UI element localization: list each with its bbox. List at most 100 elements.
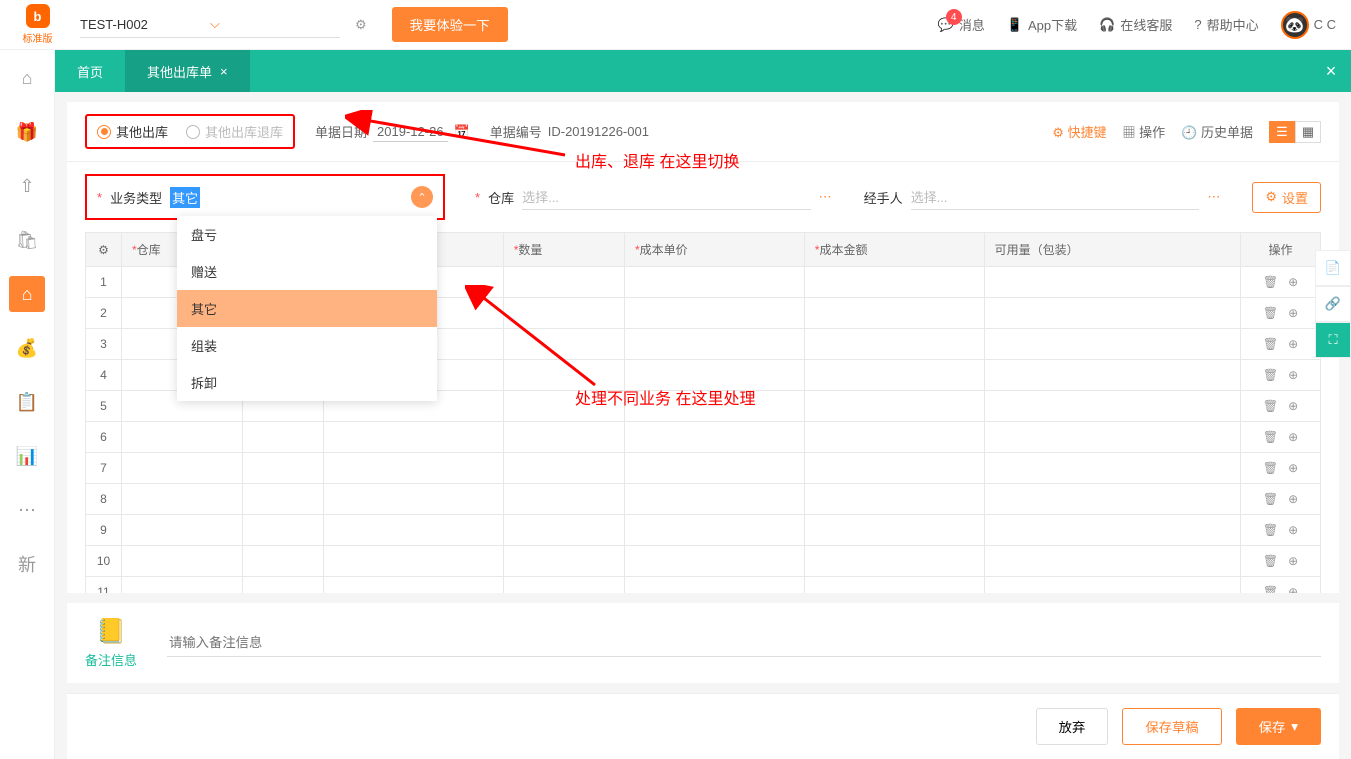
close-icon[interactable]: × <box>220 64 228 79</box>
warehouse-select[interactable]: 选择... <box>522 184 811 210</box>
note-icon[interactable]: 📄 <box>1315 250 1351 286</box>
dots-icon[interactable]: ⋯ <box>9 492 45 528</box>
warehouse-icon[interactable]: ⌂ <box>9 276 45 312</box>
settings-button[interactable]: ⚙ 设置 <box>1252 182 1321 213</box>
delete-icon[interactable]: 🗑 <box>1263 275 1278 289</box>
main: 首页 其他出库单 × × 其他出库 其他出库退库 <box>55 50 1351 759</box>
dd-item-1[interactable]: 赠送 <box>177 253 437 290</box>
help-icon: ? <box>1194 17 1201 32</box>
add-icon[interactable]: ⊕ <box>1288 492 1298 506</box>
view-grid-icon[interactable]: ▦ <box>1295 121 1321 143</box>
report-icon[interactable]: 📊 <box>9 438 45 474</box>
biz-type-selector[interactable]: * 业务类型 其它 ⌃ <box>97 186 433 208</box>
org-selector[interactable]: TEST-H002 ⌵ <box>80 11 340 38</box>
online-service[interactable]: 🎧 在线客服 <box>1099 15 1172 34</box>
messages-badge: 4 <box>946 9 962 25</box>
view-list-icon[interactable]: ☰ <box>1269 121 1295 143</box>
remarks-input[interactable] <box>167 629 1321 657</box>
delete-icon[interactable]: 🗑 <box>1263 492 1278 506</box>
date-input[interactable]: 2019-12-26 <box>373 122 448 142</box>
add-icon[interactable]: ⊕ <box>1288 585 1298 593</box>
footer: 放弃 保存草稿 保存 ▾ <box>67 693 1339 759</box>
gift-icon[interactable]: 🎁 <box>9 114 45 150</box>
biz-type-box: * 业务类型 其它 ⌃ 盘亏 赠送 其它 组装 拆卸 <box>85 174 445 220</box>
close-all-icon[interactable]: × <box>1311 50 1351 92</box>
dd-item-4[interactable]: 拆卸 <box>177 364 437 401</box>
messages-button[interactable]: 💬 消息 4 <box>938 15 985 34</box>
gear-icon: ⚙ <box>1265 189 1277 205</box>
dd-item-3[interactable]: 组装 <box>177 327 437 364</box>
org-name: TEST-H002 <box>80 17 210 32</box>
table-row[interactable]: 9🗑⊕ <box>86 515 1321 546</box>
save-button[interactable]: 保存 ▾ <box>1236 708 1321 745</box>
tab-other-outbound[interactable]: 其他出库单 × <box>125 50 250 92</box>
add-icon[interactable]: ⊕ <box>1288 399 1298 413</box>
shortcut-link[interactable]: ⚙ 快捷键 <box>1052 122 1106 141</box>
add-icon[interactable]: ⊕ <box>1288 275 1298 289</box>
more-icon[interactable]: ⋯ <box>1207 189 1222 205</box>
warehouse-filter: * 仓库 选择... ⋯ <box>475 184 834 210</box>
add-icon[interactable]: ⊕ <box>1288 306 1298 320</box>
delete-icon[interactable]: 🗑 <box>1263 585 1278 593</box>
help-center[interactable]: ? 帮助中心 <box>1194 15 1258 34</box>
delete-icon[interactable]: 🗑 <box>1263 306 1278 320</box>
add-icon[interactable]: ⊕ <box>1288 461 1298 475</box>
table-row[interactable]: 6🗑⊕ <box>86 422 1321 453</box>
new-icon[interactable]: 新 <box>9 546 45 582</box>
money-icon[interactable]: 💰 <box>9 330 45 366</box>
delete-icon[interactable]: 🗑 <box>1263 430 1278 444</box>
history-link[interactable]: 🕘 历史单据 <box>1181 122 1253 141</box>
delete-icon[interactable]: 🗑 <box>1263 461 1278 475</box>
table-row[interactable]: 10🗑⊕ <box>86 546 1321 577</box>
link-icon[interactable]: 🔗 <box>1315 286 1351 322</box>
upload-icon[interactable]: ⇧ <box>9 168 45 204</box>
delete-icon[interactable]: 🗑 <box>1263 523 1278 537</box>
remarks-section: 📒 备注信息 <box>67 603 1339 683</box>
add-icon[interactable]: ⊕ <box>1288 337 1298 351</box>
expand-icon[interactable]: ⛶ <box>1315 322 1351 358</box>
home-icon[interactable]: ⌂ <box>9 60 45 96</box>
tab-home[interactable]: 首页 <box>55 50 125 92</box>
delete-icon[interactable]: 🗑 <box>1263 399 1278 413</box>
save-draft-button[interactable]: 保存草稿 <box>1122 708 1221 745</box>
app-download[interactable]: 📱 App下载 <box>1007 15 1077 34</box>
view-toggle: ☰ ▦ <box>1269 121 1321 143</box>
clipboard-icon[interactable]: 📋 <box>9 384 45 420</box>
doc-no: 单据编号 ID-20191226-001 <box>490 122 649 141</box>
calendar-icon[interactable]: 📅 <box>454 124 470 140</box>
table-row[interactable]: 11🗑⊕ <box>86 577 1321 594</box>
dd-item-2[interactable]: 其它 <box>177 290 437 327</box>
dd-item-0[interactable]: 盘亏 <box>177 216 437 253</box>
right-dock: 📄 🔗 ⛶ <box>1315 250 1351 358</box>
try-button[interactable]: 我要体验一下 <box>392 7 508 42</box>
chevron-down-icon: ⌵ <box>210 16 340 32</box>
header-actions: ⚙ 快捷键 ▦ 操作 🕘 历史单据 ☰ ▦ <box>1052 121 1321 143</box>
add-icon[interactable]: ⊕ <box>1288 554 1298 568</box>
delete-icon[interactable]: 🗑 <box>1263 554 1278 568</box>
more-icon[interactable]: ⋯ <box>819 189 834 205</box>
logo-icon: b <box>26 4 50 28</box>
add-icon[interactable]: ⊕ <box>1288 523 1298 537</box>
op-link[interactable]: ▦ 操作 <box>1123 122 1166 141</box>
add-icon[interactable]: ⊕ <box>1288 368 1298 382</box>
th-gear[interactable]: ⚙ <box>86 233 122 267</box>
content: 其他出库 其他出库退库 单据日期 2019-12-26 📅 单据编号 ID-20… <box>67 102 1339 593</box>
th-qty: *数量 <box>503 233 624 267</box>
table-row[interactable]: 8🗑⊕ <box>86 484 1321 515</box>
bag-icon[interactable]: 🛍 <box>9 222 45 258</box>
radio-other-return[interactable]: 其他出库退库 <box>186 122 283 141</box>
handler-select[interactable]: 选择... <box>911 184 1200 210</box>
th-op: 操作 <box>1241 233 1321 267</box>
discard-button[interactable]: 放弃 <box>1036 708 1109 745</box>
radio-other-out[interactable]: 其他出库 <box>97 122 168 141</box>
delete-icon[interactable]: 🗑 <box>1263 368 1278 382</box>
delete-icon[interactable]: 🗑 <box>1263 337 1278 351</box>
add-icon[interactable]: ⊕ <box>1288 430 1298 444</box>
top-bar: b 标准版 TEST-H002 ⌵ ⚙ 我要体验一下 💬 消息 4 📱 App下… <box>0 0 1351 50</box>
user-menu[interactable]: 🐼 C C <box>1281 11 1336 39</box>
gear-icon[interactable]: ⚙ <box>355 17 367 33</box>
chevron-up-icon[interactable]: ⌃ <box>411 186 433 208</box>
table-row[interactable]: 7🗑⊕ <box>86 453 1321 484</box>
mode-radio-group: 其他出库 其他出库退库 <box>85 114 295 149</box>
notebook-icon: 📒 <box>96 617 126 646</box>
